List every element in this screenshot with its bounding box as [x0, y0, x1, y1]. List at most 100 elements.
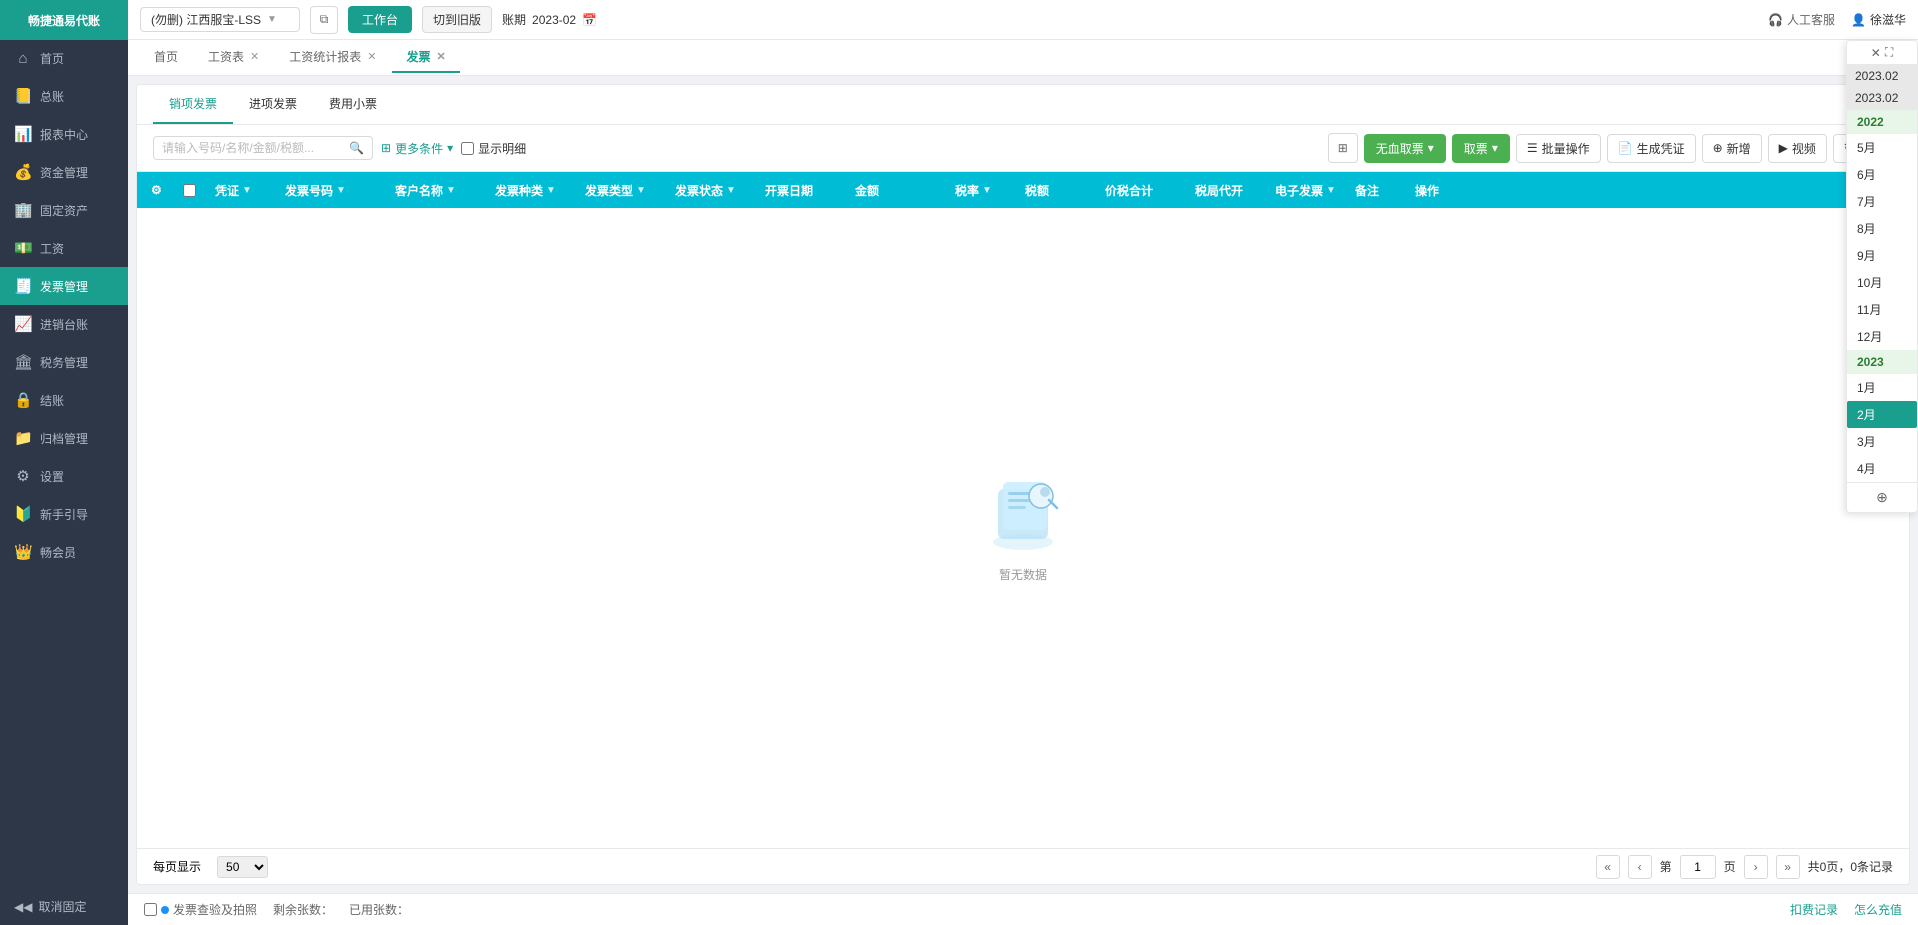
- sidebar-item-guide[interactable]: 🔰 新手引导: [0, 495, 128, 533]
- search-input[interactable]: [162, 141, 343, 155]
- grid-view-button[interactable]: ⊞: [1328, 133, 1358, 163]
- sidebar-item-settings[interactable]: ⚙ 设置: [0, 457, 128, 495]
- bottom-bar: 每页显示 20 50 100 « ‹ 第 页 › »: [137, 848, 1909, 884]
- sidebar-item-payroll[interactable]: 💵 工资: [0, 229, 128, 267]
- company-selector[interactable]: (勿删) 江西服宝-LSS ▼: [140, 7, 300, 32]
- month-2022-08[interactable]: 8月: [1847, 215, 1917, 242]
- close-panel-button[interactable]: ✕ ⛶: [1847, 41, 1917, 65]
- first-page-button[interactable]: «: [1596, 855, 1620, 879]
- member-icon: 👑: [14, 543, 32, 561]
- service-button[interactable]: 🎧 人工客服: [1768, 11, 1835, 28]
- month-2023-01[interactable]: 1月: [1847, 374, 1917, 401]
- select-all-checkbox[interactable]: [183, 184, 196, 197]
- invoice-no-filter-icon[interactable]: ▼: [336, 185, 346, 196]
- workspace-button[interactable]: 工作台: [348, 6, 412, 33]
- sidebar-item-tax[interactable]: 🏛 税务管理: [0, 343, 128, 381]
- page-number-input[interactable]: [1680, 855, 1716, 879]
- per-page-select[interactable]: 20 50 100: [217, 856, 268, 878]
- sales-icon: 📈: [14, 315, 32, 333]
- next-page-button[interactable]: ›: [1744, 855, 1768, 879]
- sub-tab-purchase-invoice[interactable]: 进项发票: [233, 85, 313, 124]
- filter-button[interactable]: ⊞ 更多条件 ▾: [381, 140, 453, 157]
- sidebar-item-assets[interactable]: 🏢 固定资产: [0, 191, 128, 229]
- tab-payroll-report[interactable]: 工资统计报表 ✕: [275, 42, 390, 73]
- th-check[interactable]: [177, 184, 209, 197]
- sidebar-item-member[interactable]: 👑 畅会员: [0, 533, 128, 571]
- month-2022-09[interactable]: 9月: [1847, 242, 1917, 269]
- tab-home[interactable]: 首页: [140, 42, 192, 73]
- tax-rate-filter-icon[interactable]: ▼: [982, 185, 992, 196]
- voucher-filter-icon[interactable]: ▼: [242, 185, 252, 196]
- footer-bar: 发票查验及拍照 剩余张数： 已用张数： 扣费记录 怎么充值: [128, 893, 1918, 925]
- tab-payroll-close[interactable]: ✕: [250, 50, 259, 63]
- sidebar-item-sales[interactable]: 📈 进销台账: [0, 305, 128, 343]
- grid-icon: ⊞: [1338, 141, 1348, 155]
- sidebar-collapse[interactable]: ◀◀ 取消固定: [0, 888, 128, 925]
- invoice-status-filter-icon[interactable]: ▼: [726, 185, 736, 196]
- remaining-label: 剩余张数：: [273, 901, 333, 918]
- invoice-check-item[interactable]: 发票查验及拍照: [144, 901, 257, 918]
- new-button[interactable]: ⊕ 新增: [1702, 134, 1762, 163]
- help-link[interactable]: 怎么充值: [1854, 901, 1902, 918]
- empty-illustration: [973, 474, 1073, 554]
- tab-invoice-close[interactable]: ✕: [437, 50, 446, 63]
- prev-page-button[interactable]: ‹: [1628, 855, 1652, 879]
- search-box[interactable]: 🔍: [153, 136, 373, 160]
- pagination: « ‹ 第 页 › » 共0页，0条记录: [1596, 855, 1893, 879]
- sidebar-item-ledger[interactable]: 📒 总账: [0, 77, 128, 115]
- old-version-button[interactable]: 切到旧版: [422, 6, 492, 33]
- video-button[interactable]: ▶ 视频: [1768, 134, 1827, 163]
- gen-voucher-button[interactable]: 📄 生成凭证: [1607, 134, 1696, 163]
- batch-op-button[interactable]: ☰ 批量操作: [1516, 134, 1601, 163]
- invoice-check-checkbox[interactable]: [144, 903, 157, 916]
- invoice-type-filter-icon[interactable]: ▼: [546, 185, 556, 196]
- th-tax-code: 税局代开: [1189, 182, 1269, 199]
- month-2023-04[interactable]: 4月: [1847, 455, 1917, 482]
- month-2023-02[interactable]: 2月: [1847, 401, 1917, 428]
- th-invoice-category-label: 发票类型: [585, 182, 633, 199]
- last-page-button[interactable]: »: [1776, 855, 1800, 879]
- month-2022-05[interactable]: 5月: [1847, 134, 1917, 161]
- user-button[interactable]: 👤 徐滋华: [1851, 11, 1906, 28]
- period-label: 账期: [502, 11, 526, 28]
- show-detail-input[interactable]: [461, 142, 474, 155]
- sidebar: 畅捷通易代账 ⌂ 首页 📒 总账 📊 报表中心 💰 资金管理 🏢 固定资产 💵 …: [0, 0, 128, 925]
- expand-panel-button[interactable]: ⊕: [1847, 482, 1917, 512]
- copy-icon: ⧉: [320, 12, 329, 27]
- sidebar-item-closing[interactable]: 🔒 结账: [0, 381, 128, 419]
- sidebar-item-home[interactable]: ⌂ 首页: [0, 40, 128, 77]
- th-customer: 客户名称 ▼: [389, 182, 489, 199]
- th-electronic-label: 电子发票: [1275, 182, 1323, 199]
- show-detail-checkbox[interactable]: 显示明细: [461, 140, 526, 157]
- month-2022-07[interactable]: 7月: [1847, 188, 1917, 215]
- record-link[interactable]: 扣费记录: [1790, 901, 1838, 918]
- sidebar-item-funds[interactable]: 💰 资金管理: [0, 153, 128, 191]
- month-2022-12[interactable]: 12月: [1847, 323, 1917, 350]
- customer-filter-icon[interactable]: ▼: [446, 185, 456, 196]
- tab-payroll[interactable]: 工资表 ✕: [194, 42, 273, 73]
- month-2022-10[interactable]: 10月: [1847, 269, 1917, 296]
- chevron-down-icon: ▼: [267, 14, 277, 25]
- archive-icon: 📁: [14, 429, 32, 447]
- month-2022-11[interactable]: 11月: [1847, 296, 1917, 323]
- no-ticket-button[interactable]: 无血取票 ▾: [1364, 134, 1446, 163]
- ticket-button[interactable]: 取票 ▾: [1452, 134, 1510, 163]
- th-tax: 税额: [1019, 182, 1099, 199]
- sub-tab-expense-receipt[interactable]: 费用小票: [313, 85, 393, 124]
- closing-icon: 🔒: [14, 391, 32, 409]
- sidebar-item-invoices[interactable]: 🧾 发票管理: [0, 267, 128, 305]
- video-icon: ▶: [1779, 141, 1788, 155]
- electronic-filter-icon[interactable]: ▼: [1326, 185, 1336, 196]
- tab-payroll-report-close[interactable]: ✕: [367, 50, 376, 63]
- th-settings[interactable]: ⚙: [145, 183, 177, 197]
- tab-invoice[interactable]: 发票 ✕: [392, 42, 459, 73]
- sidebar-item-reports[interactable]: 📊 报表中心: [0, 115, 128, 153]
- month-2023-03[interactable]: 3月: [1847, 428, 1917, 455]
- sub-tab-sales-invoice[interactable]: 销项发票: [153, 85, 233, 124]
- month-2022-06[interactable]: 6月: [1847, 161, 1917, 188]
- sidebar-item-archive[interactable]: 📁 归档管理: [0, 419, 128, 457]
- invoice-category-filter-icon[interactable]: ▼: [636, 185, 646, 196]
- toolbar-right: ⊞ 无血取票 ▾ 取票 ▾ ☰ 批量操作 📄 生成凭证: [1328, 133, 1893, 163]
- copy-button[interactable]: ⧉: [310, 6, 338, 34]
- per-page-label: 每页显示: [153, 858, 201, 875]
